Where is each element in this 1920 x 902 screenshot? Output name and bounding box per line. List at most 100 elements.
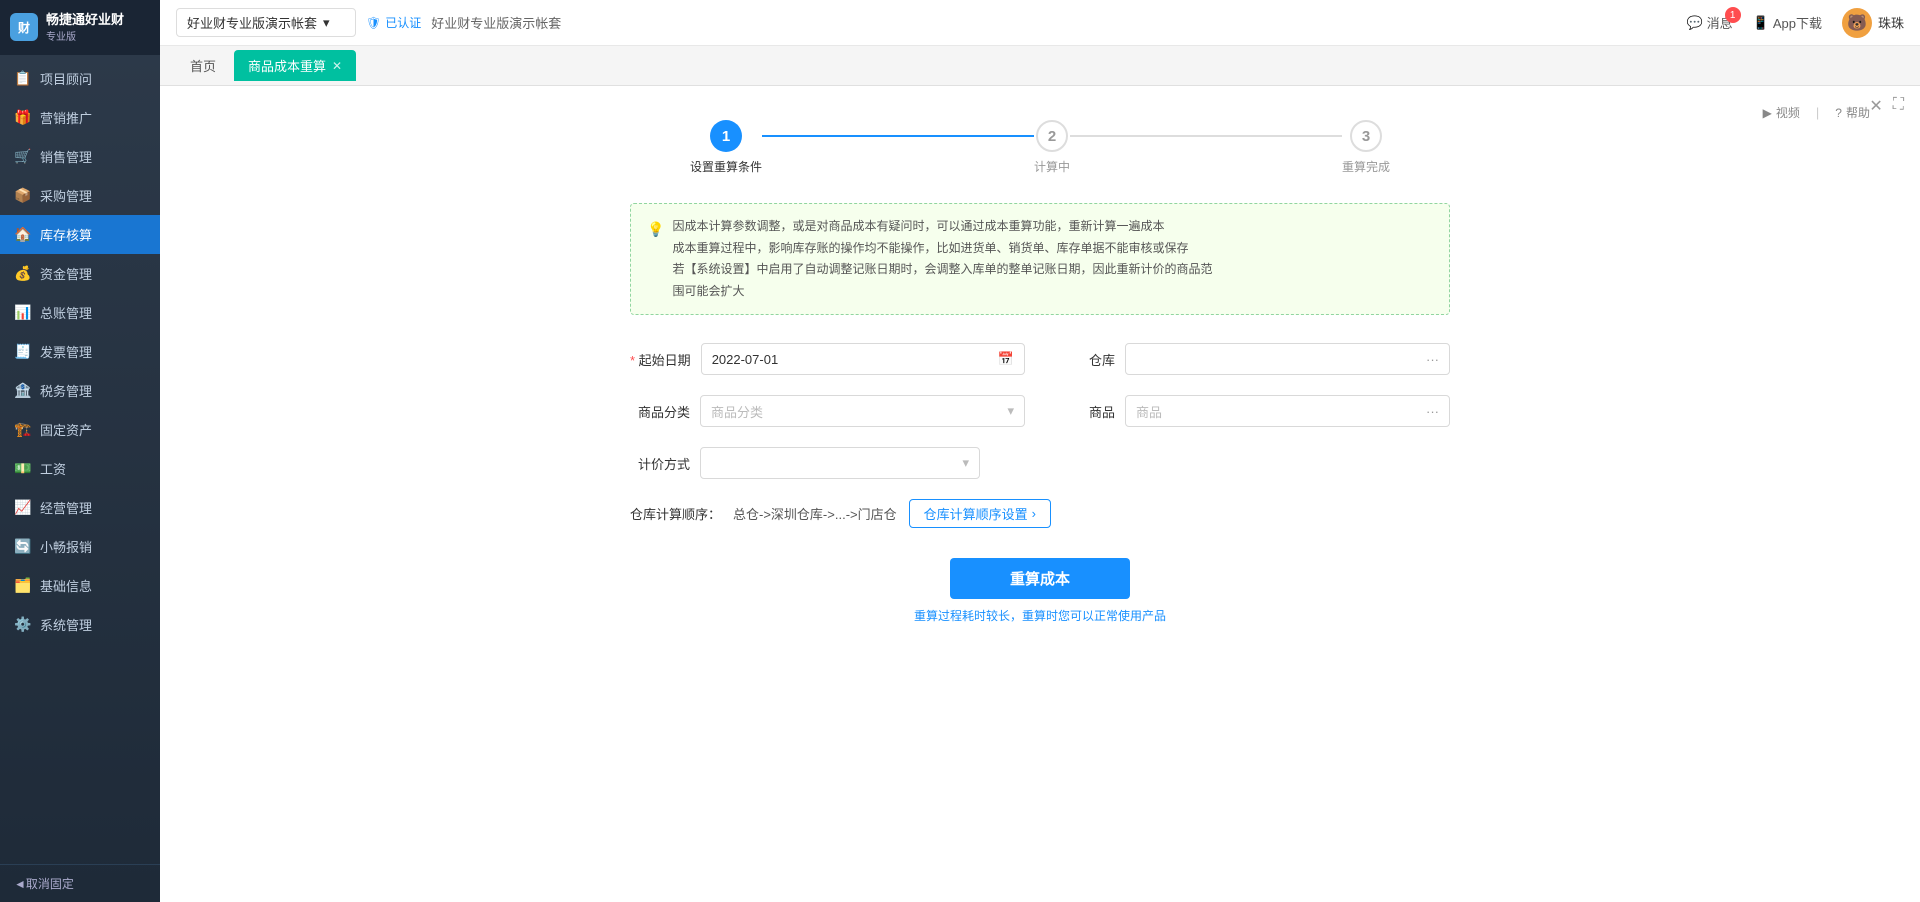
step-2: 2 计算中	[1034, 120, 1070, 175]
submit-area: 重算成本 重算过程耗时较长，重算时您可以正常使用产品	[630, 558, 1450, 624]
help-button[interactable]: ? 帮助	[1835, 104, 1870, 121]
sidebar-item-assets[interactable]: 🏗️固定资产	[0, 410, 160, 449]
pricing-group: 计价方式 ▾	[630, 447, 1025, 479]
step-line-2	[1070, 135, 1342, 137]
avatar: 🐻	[1842, 8, 1872, 38]
sidebar-footer-toggle[interactable]: ◄取消固定	[0, 864, 160, 902]
sidebar-item-project[interactable]: 📋 项目顾问	[0, 59, 160, 98]
marketing-icon: 🎁	[14, 109, 32, 126]
goods-input[interactable]: 商品 ···	[1125, 395, 1450, 427]
goods-label: 商品	[1055, 402, 1115, 421]
sidebar-item-salary[interactable]: 💵工资	[0, 449, 160, 488]
project-icon: 📋	[14, 70, 32, 87]
user-profile[interactable]: 🐻 珠珠	[1842, 8, 1904, 38]
operation-icon: 📈	[14, 499, 32, 516]
mobile-icon: 📱	[1753, 15, 1769, 31]
step-3: 3 重算完成	[1342, 120, 1390, 175]
content-help: ▶ 视频 | ? 帮助	[1763, 104, 1870, 121]
tab-label-home: 首页	[190, 56, 216, 75]
warehouse-order-label: 仓库计算顺序：	[630, 504, 721, 523]
tab-recalc[interactable]: 商品成本重算 ✕	[234, 50, 356, 81]
purchase-icon: 📦	[14, 187, 32, 204]
form-section: 起始日期 2022-07-01 📅 仓库 ···	[630, 343, 1450, 624]
step-line-1	[762, 135, 1034, 137]
message-button[interactable]: 💬 消息 1	[1686, 13, 1732, 32]
chevron-down-icon-pricing: ▾	[962, 455, 969, 471]
ellipsis-icon-goods: ···	[1426, 404, 1439, 419]
sidebar-item-label: 项目顾问	[40, 69, 92, 88]
submit-hint: 重算过程耗时较长，重算时您可以正常使用产品	[630, 607, 1450, 624]
username: 珠珠	[1878, 13, 1904, 32]
sidebar-item-label: 营销推广	[40, 108, 92, 127]
start-date-input[interactable]: 2022-07-01 📅	[701, 343, 1025, 375]
sidebar-logo: 财 畅捷通好业财 专业版	[0, 0, 160, 55]
warehouse-label: 仓库	[1055, 350, 1115, 369]
sidebar-item-system[interactable]: ⚙️系统管理	[0, 605, 160, 644]
shield-icon: 🛡	[366, 16, 381, 30]
sidebar-item-label: 销售管理	[40, 147, 92, 166]
step-3-circle: 3	[1350, 120, 1382, 152]
logo-icon: 财	[10, 13, 38, 41]
sidebar-item-label: 发票管理	[40, 342, 92, 361]
close-button[interactable]: ✕	[1869, 96, 1882, 116]
sidebar-item-inventory[interactable]: 🏠库存核算	[0, 215, 160, 254]
sidebar-item-marketing[interactable]: 🎁 营销推广	[0, 98, 160, 137]
pricing-label: 计价方式	[630, 454, 690, 473]
submit-button[interactable]: 重算成本	[950, 558, 1130, 599]
sidebar-item-purchase[interactable]: 📦采购管理	[0, 176, 160, 215]
sidebar-item-basic[interactable]: 🗂️基础信息	[0, 566, 160, 605]
step-2-circle: 2	[1036, 120, 1068, 152]
chevron-right-icon: ›	[1032, 506, 1036, 521]
main-area: 好业财专业版演示帐套 ▾ 🛡 已认证 好业财专业版演示帐套 💬 消息 1 📱 A…	[160, 0, 1920, 902]
sidebar-item-label: 基础信息	[40, 576, 92, 595]
start-date-label: 起始日期	[630, 350, 691, 369]
tab-label-recalc: 商品成本重算	[248, 56, 326, 75]
sidebar-item-label: 资金管理	[40, 264, 92, 283]
warehouse-order-settings-button[interactable]: 仓库计算顺序设置 ›	[909, 499, 1051, 528]
sidebar-item-invoice[interactable]: 🧾 发票管理	[0, 332, 160, 371]
warehouse-order-value: 总仓->深圳仓库->...->门店仓	[733, 504, 897, 523]
sidebar-item-ledger[interactable]: 📊 总账管理	[0, 293, 160, 332]
app-download-button[interactable]: 📱 App下载	[1753, 13, 1822, 32]
message-icon: 💬	[1686, 15, 1702, 31]
warehouse-input[interactable]: ···	[1125, 343, 1450, 375]
sidebar-item-finance[interactable]: 💰 资金管理	[0, 254, 160, 293]
step-1-label: 设置重算条件	[690, 158, 762, 175]
finance-icon: 💰	[14, 265, 32, 282]
sidebar-item-label: 库存核算	[40, 225, 92, 244]
pricing-select[interactable]: ▾	[700, 447, 980, 479]
steps: 1 设置重算条件 2 计算中 3 重算完成	[190, 120, 1890, 175]
sidebar-item-operation[interactable]: 📈经营管理	[0, 488, 160, 527]
sidebar-item-tax[interactable]: 🏦税务管理	[0, 371, 160, 410]
info-box: 💡 因成本计算参数调整，或是对商品成本有疑问时，可以通过成本重算功能，重新计算一…	[630, 203, 1450, 315]
form-row-2: 商品分类 商品分类 ▾ 商品 商品 ···	[630, 395, 1450, 427]
category-label: 商品分类	[630, 402, 690, 421]
goods-group: 商品 商品 ···	[1055, 395, 1450, 427]
account-select[interactable]: 好业财专业版演示帐套 ▾	[176, 8, 356, 37]
maximize-button[interactable]: ⛶	[1893, 96, 1904, 116]
tabbar: 首页 商品成本重算 ✕	[160, 46, 1920, 86]
info-icon: 💡	[647, 217, 664, 302]
sidebar: 财 畅捷通好业财 专业版 📋 项目顾问 🎁 营销推广 🛒销售管理📦采购管理🏠库存核算 💰 资…	[0, 0, 160, 902]
invoice-icon: 🧾	[14, 343, 32, 360]
tab-close-recalc[interactable]: ✕	[332, 59, 342, 73]
topbar: 好业财专业版演示帐套 ▾ 🛡 已认证 好业财专业版演示帐套 💬 消息 1 📱 A…	[160, 0, 1920, 46]
sidebar-item-label: 系统管理	[40, 615, 92, 634]
ellipsis-icon-warehouse: ···	[1426, 352, 1439, 367]
sidebar-item-label: 小畅报销	[40, 537, 92, 556]
sidebar-item-label: 总账管理	[40, 303, 92, 322]
verified-badge: 🛡 已认证	[366, 14, 421, 31]
sidebar-item-expense[interactable]: 🔄小畅报销	[0, 527, 160, 566]
category-select[interactable]: 商品分类 ▾	[700, 395, 1025, 427]
calendar-icon: 📅	[998, 351, 1014, 367]
assets-icon: 🏗️	[14, 421, 32, 438]
step-1-circle: 1	[710, 120, 742, 152]
video-help-button[interactable]: ▶ 视频	[1763, 104, 1800, 121]
start-date-group: 起始日期 2022-07-01 📅	[630, 343, 1025, 375]
warehouse-order-row: 仓库计算顺序： 总仓->深圳仓库->...->门店仓 仓库计算顺序设置 ›	[630, 499, 1450, 528]
chevron-down-icon-cat: ▾	[1007, 403, 1014, 419]
ledger-icon: 📊	[14, 304, 32, 321]
sidebar-item-sales[interactable]: 🛒销售管理	[0, 137, 160, 176]
topbar-account-name: 好业财专业版演示帐套	[431, 13, 561, 32]
tab-home[interactable]: 首页	[176, 50, 230, 81]
